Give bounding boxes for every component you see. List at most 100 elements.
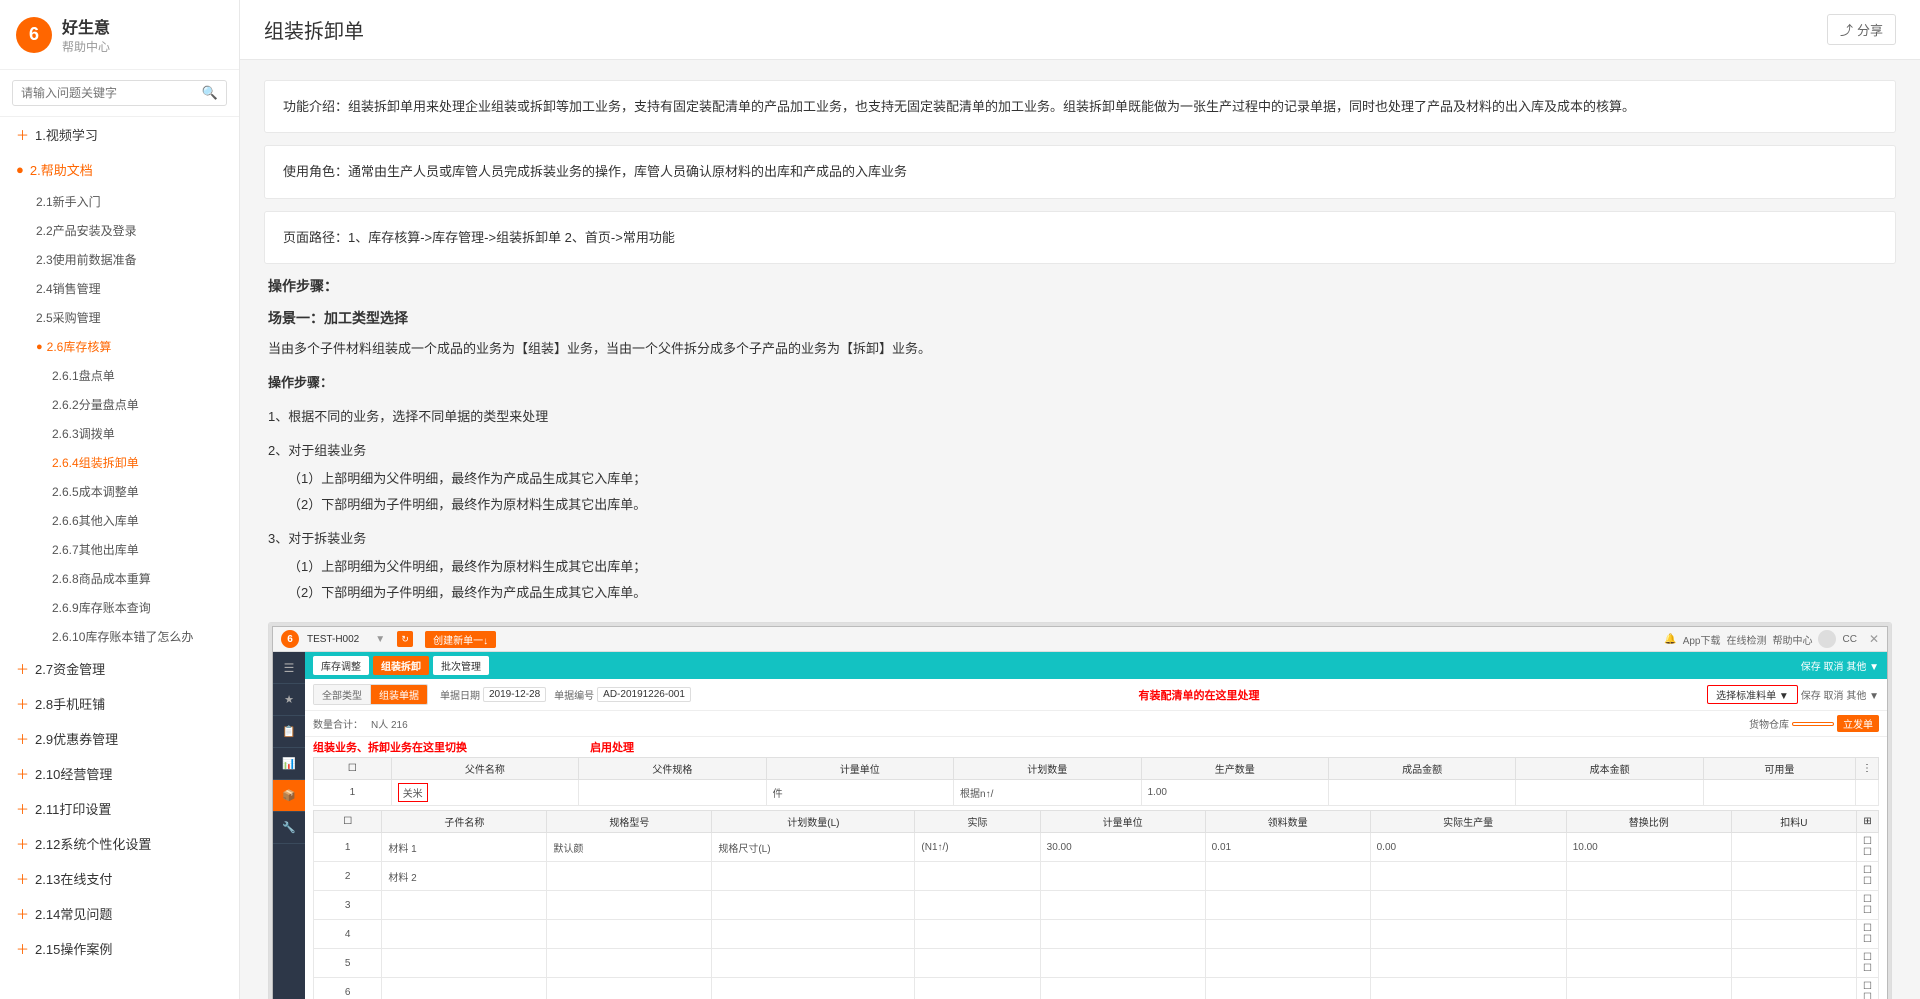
mock-sidebar-icon-2: ★: [273, 684, 305, 716]
nav-item-2-9[interactable]: ＋ 2.9优惠券管理: [0, 721, 239, 756]
mock-topbar: 6 TEST-H002 ▼ ↻ 创建新单一↓ 🔔 App下载 在线检测 帮助中心: [273, 627, 1887, 652]
mock-upper-table-area: ☐ 父件名称 父件规格 计量单位 计划数量 生产数量 成品金额: [305, 757, 1887, 810]
logo-subtitle: 帮助中心: [62, 38, 110, 55]
mock-type-tabs: 全部类型 组装单据: [313, 684, 428, 705]
search-input[interactable]: [21, 86, 202, 100]
mock-date-field: 单据日期 2019-12-28: [440, 687, 546, 702]
collapse-icon-2-6: ●: [36, 341, 43, 353]
share-icon: ⤴: [1840, 20, 1853, 39]
expand-icon-2-15: ＋: [16, 939, 29, 958]
table-row: 4☐ ☐: [314, 920, 1879, 949]
sidebar-item-2-6-3[interactable]: 2.6.3调拨单: [0, 419, 239, 448]
expand-icon-2-10: ＋: [16, 764, 29, 783]
step3-1: （1）上部明细为父件明细，最终作为原材料生成其它出库单；: [288, 554, 1892, 580]
sidebar-item-2-2[interactable]: 2.2产品安装及登录: [0, 216, 239, 245]
main-content: 组装拆卸单 ⤴ 分享 功能介绍：组装拆卸单用来处理企业组装或拆卸等加工业务，支持…: [240, 0, 1920, 999]
logo-title: 好生意: [62, 14, 110, 38]
sidebar-item-2-1[interactable]: 2.1新手入门: [0, 187, 239, 216]
mock-lower-thead: ☐ 子件名称 规格型号 计划数量(L) 实际 计量单位 领料数量: [314, 811, 1879, 833]
search-box[interactable]: 🔍: [12, 80, 227, 106]
path-text: 页面路径：1、库存核算->库存管理->组装拆卸单 2、首页->常用功能: [283, 230, 675, 245]
mock-sub-form: 数量合计： N人 216 货物仓库 立发单: [305, 711, 1887, 737]
sidebar-item-2-3[interactable]: 2.3使用前数据准备: [0, 245, 239, 274]
mock-form-area: 全部类型 组装单据 单据日期 2019-12-28 单据编号: [305, 679, 1887, 711]
mock-upper-header-row: ☐ 父件名称 父件规格 计量单位 计划数量 生产数量 成品金额: [314, 758, 1879, 780]
mock-left-sidebar: ☰ ★ 📋 📊 📦 🔧: [273, 652, 305, 999]
share-button[interactable]: ⤴ 分享: [1827, 14, 1896, 45]
nav-item-2[interactable]: ● 2.帮助文档: [0, 152, 239, 187]
mock-orderno-field: 单据编号 AD-20191226-001: [554, 687, 691, 702]
nav-item-2-8[interactable]: ＋ 2.8手机旺铺: [0, 686, 239, 721]
sidebar-item-2-5[interactable]: 2.5采购管理: [0, 303, 239, 332]
mock-save-area: 保存 取消 其他 ▼: [1801, 658, 1879, 673]
sidebar-item-2-4[interactable]: 2.4销售管理: [0, 274, 239, 303]
table-row: 2 材料 2: [314, 862, 1879, 891]
nav-item-2-12[interactable]: ＋ 2.12系统个性化设置: [0, 826, 239, 861]
path-block: 页面路径：1、库存核算->库存管理->组装拆卸单 2、首页->常用功能: [264, 211, 1896, 264]
mock-annotation3: 启用处理: [590, 742, 634, 754]
mock-annotation2-row: 组装业务、拆卸业务在这里切换 启用处理: [305, 737, 1887, 757]
mock-avatar: [1818, 630, 1836, 648]
mock-sidebar-icon-3: 📋: [273, 716, 305, 748]
sidebar-item-2-6-5[interactable]: 2.6.5成本调整单: [0, 477, 239, 506]
mock-title: TEST-H002: [307, 634, 359, 645]
sidebar-item-2-6-7[interactable]: 2.6.7其他出库单: [0, 535, 239, 564]
mock-new-btn: 创建新单一↓: [425, 631, 496, 648]
mock-warehouse-field: 货物仓库 立发单: [1749, 715, 1879, 732]
sidebar-item-2-6-2[interactable]: 2.6.2分量盘点单: [0, 390, 239, 419]
step1: 1、根据不同的业务，选择不同单据的类型来处理: [268, 404, 1892, 430]
sidebar-item-2-6-9[interactable]: 2.6.9库存账本查询: [0, 593, 239, 622]
logo-icon: 6: [16, 17, 52, 53]
table-row: 6☐ ☐: [314, 978, 1879, 999]
search-icon[interactable]: 🔍: [202, 85, 218, 101]
expand-icon-2-7: ＋: [16, 659, 29, 678]
expand-icon-2-9: ＋: [16, 729, 29, 748]
step2-1: （1）上部明细为父件明细，最终作为产成品生成其它入库单；: [288, 466, 1892, 492]
nav-item-2-11[interactable]: ＋ 2.11打印设置: [0, 791, 239, 826]
nav-item-2-14[interactable]: ＋ 2.14常见问题: [0, 896, 239, 931]
nav-item-2-15[interactable]: ＋ 2.15操作案例: [0, 931, 239, 966]
nav-item-2-13[interactable]: ＋ 2.13在线支付: [0, 861, 239, 896]
mock-tab-kucun: 库存调整: [313, 656, 369, 675]
mock-close-icon: ✕: [1869, 632, 1879, 646]
table-row: 1 材料 1 默认颜 规格尺寸(L) (N1↑/) 30.00 0.01: [314, 833, 1879, 862]
nav-item-2-10[interactable]: ＋ 2.10经营管理: [0, 756, 239, 791]
steps-title: 操作步骤：: [268, 276, 1892, 296]
role-text: 使用角色：通常由生产人员或库管人员完成拆装业务的操作，库管人员确认原材料的出库和…: [283, 164, 907, 179]
sidebar-item-2-6-6[interactable]: 2.6.6其他入库单: [0, 506, 239, 535]
nav-item-1[interactable]: ＋ 1.视频学习: [0, 117, 239, 152]
step3: 3、对于拆装业务 （1）上部明细为父件明细，最终作为原材料生成其它出库单； （2…: [268, 526, 1892, 606]
sidebar-item-2-6[interactable]: ● 2.6库存核算: [0, 332, 239, 361]
sidebar-item-2-6-1[interactable]: 2.6.1盘点单: [0, 361, 239, 390]
mock-type-active: 组装单据: [371, 685, 427, 704]
content-area: 功能介绍：组装拆卸单用来处理企业组装或拆卸等加工业务，支持有固定装配清单的产品加…: [240, 60, 1920, 999]
mock-lower-tbody: 1 材料 1 默认颜 规格尺寸(L) (N1↑/) 30.00 0.01: [314, 833, 1879, 999]
role-block: 使用角色：通常由生产人员或库管人员完成拆装业务的操作，库管人员确认原材料的出库和…: [264, 145, 1896, 198]
mock-main-area: 库存调整 组装拆卸 批次管理 保存 取消 其他 ▼: [305, 652, 1887, 999]
sidebar-item-2-6-10[interactable]: 2.6.10库存账本错了怎么办: [0, 622, 239, 651]
nav-item-2-7[interactable]: ＋ 2.7资金管理: [0, 651, 239, 686]
sidebar-item-2-6-4[interactable]: 2.6.4组装拆卸单: [0, 448, 239, 477]
expand-icon-2-8: ＋: [16, 694, 29, 713]
sidebar-item-2-6-8[interactable]: 2.6.8商品成本重算: [0, 564, 239, 593]
mock-type-all: 全部类型: [314, 685, 371, 704]
mock-sidebar-icon-4: 📊: [273, 748, 305, 780]
mock-logo: 6: [281, 630, 299, 648]
mock-annotation2: 组装业务、拆卸业务在这里切换: [313, 742, 467, 754]
top-bar: 组装拆卸单 ⤴ 分享: [240, 0, 1920, 60]
mock-warehouse-input: [1792, 722, 1834, 726]
intro-text: 功能介绍：组装拆卸单用来处理企业组装或拆卸等加工业务，支持有固定装配清单的产品加…: [283, 99, 1635, 114]
sidebar: 6 好生意 帮助中心 🔍 ＋ 1.视频学习 ● 2.帮助文档 2.1新手入门 2…: [0, 0, 240, 999]
scenario1-desc: 当由多个子件材料组装成一个成品的业务为【组装】业务，当由一个父件拆分成多个子产品…: [268, 336, 1892, 362]
mock-sidebar-icon-6: 🔧: [273, 812, 305, 844]
search-area: 🔍: [0, 70, 239, 117]
scenario1-title: 场景一：加工类型选择: [268, 308, 1892, 328]
mock-sub-label1: 数量合计：: [313, 716, 363, 731]
mock-warehouse-right: 选择标准料单 ▼ 保存 取消 其他 ▼: [1707, 685, 1879, 704]
expand-icon-2-13: ＋: [16, 869, 29, 888]
expand-icon-2-11: ＋: [16, 799, 29, 818]
page-title: 组装拆卸单: [264, 15, 364, 44]
mock-lower-table-area: ☐ 子件名称 规格型号 计划数量(L) 实际 计量单位 领料数量: [305, 810, 1887, 999]
mock-tab-pici: 批次管理: [433, 656, 489, 675]
step2: 2、对于组装业务 （1）上部明细为父件明细，最终作为产成品生成其它入库单； （2…: [268, 438, 1892, 518]
